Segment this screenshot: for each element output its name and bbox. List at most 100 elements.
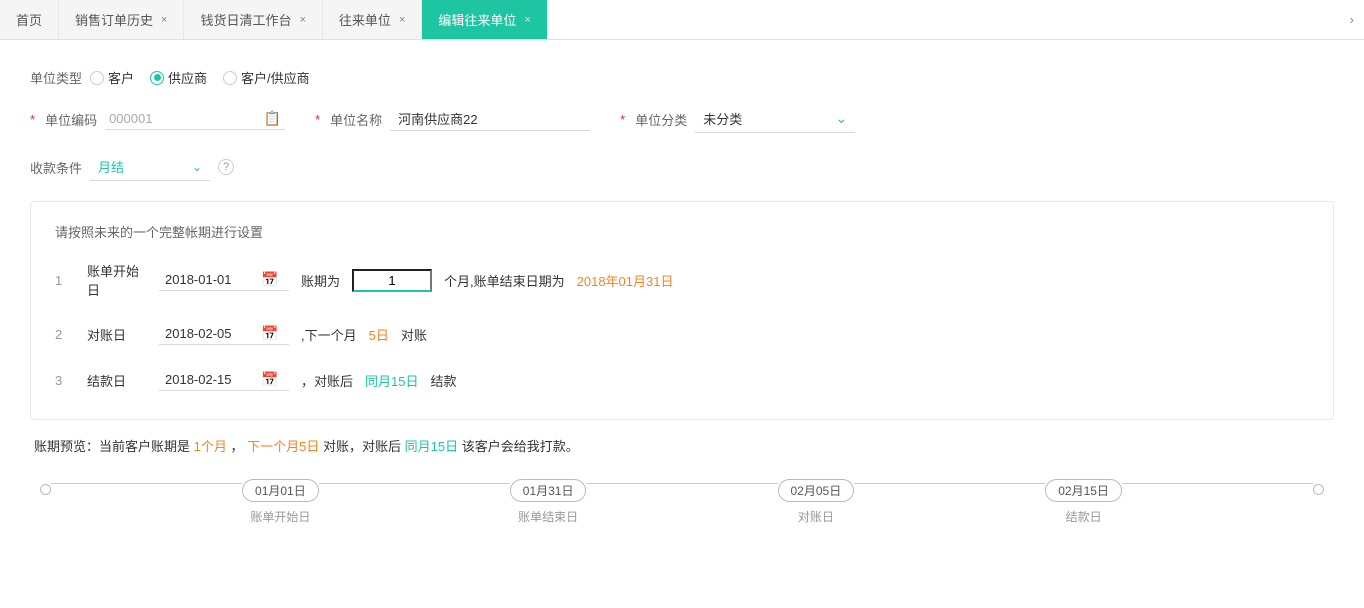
unit-category-select[interactable]: 未分类 ⌄: [695, 105, 855, 133]
row3-date-field[interactable]: 📅: [159, 369, 289, 391]
timeline-line-4: [854, 483, 1045, 484]
preview-text: 账期预览：当前客户账期是 1个月 ， 下一个月5日 对账，对账后 同月15日 该…: [30, 436, 1334, 455]
setting-row-1: 1 账单开始日 📅 账期为 个月,账单结束日期为 2018年01月31日: [55, 261, 1309, 299]
tl-badge-3: 02月05日: [778, 479, 855, 502]
unit-type-label: 单位类型: [30, 68, 82, 87]
radio-supplier-circle: [150, 71, 164, 85]
row2-date-input[interactable]: [165, 326, 255, 341]
setting-row-3: 3 结款日 📅 ，对账后 同月15日 结款: [55, 369, 1309, 391]
preview-mid: 对账，对账后: [323, 439, 401, 454]
unit-info-row: * 单位编码 📋 * 单位名称 * 单位分类 未分类 ⌄: [30, 105, 1334, 133]
unit-cat-label: 单位分类: [635, 110, 687, 129]
tl-badge-1: 01月01日: [242, 479, 319, 502]
tab-sales-order[interactable]: 销售订单历史 ×: [59, 0, 184, 39]
radio-both[interactable]: 客户/供应商: [223, 68, 310, 87]
tab-home[interactable]: 首页: [0, 0, 59, 39]
radio-customer-circle: [90, 71, 104, 85]
radio-group-unit-type: 客户 供应商 客户/供应商: [90, 68, 310, 87]
row2-suffix-highlight: 5日: [369, 325, 389, 344]
unit-name-input[interactable]: [390, 107, 590, 131]
tl-desc-4: 结款日: [1066, 508, 1102, 525]
timeline: 01月01日 账单开始日 01月31日 账单结束日 02月05日 对账日 02月…: [30, 479, 1334, 525]
radio-customer-label: 客户: [108, 68, 134, 87]
unit-code-copy-icon[interactable]: 📋: [264, 110, 281, 127]
timeline-line-2: [319, 483, 510, 484]
preview-sep1: ，: [231, 439, 244, 454]
tab-edit-unit[interactable]: 编辑往来单位 ×: [422, 0, 547, 39]
tl-desc-3: 对账日: [798, 508, 834, 525]
tab-sales-order-label: 销售订单历史: [75, 10, 153, 29]
close-sales-order-icon[interactable]: ×: [161, 14, 167, 26]
unit-type-row: 单位类型 客户 供应商 客户/供应商: [30, 68, 1334, 87]
tab-edit-unit-label: 编辑往来单位: [438, 10, 516, 29]
unit-category-value: 未分类: [703, 109, 831, 128]
unit-code-field[interactable]: 📋: [105, 108, 285, 130]
unit-code-label: 单位编码: [45, 110, 97, 129]
row2-calendar-icon[interactable]: 📅: [261, 325, 278, 342]
row3-suffix-highlight: 同月15日: [365, 371, 418, 390]
tab-bar: 首页 销售订单历史 × 钱货日清工作台 × 往来单位 × 编辑往来单位 × ›: [0, 0, 1364, 40]
preview-end: 该客户会给我打款。: [462, 439, 579, 454]
tab-cash-work[interactable]: 钱货日清工作台 ×: [184, 0, 322, 39]
row1-suffix: 个月,账单结束日期为: [444, 271, 565, 290]
timeline-line-5: [1122, 483, 1313, 484]
chevron-down-icon: ⌄: [836, 110, 848, 127]
timeline-line-3: [586, 483, 777, 484]
close-cash-work-icon[interactable]: ×: [299, 14, 305, 26]
payment-row: 收款条件 月结 ⌄ ?: [30, 153, 1334, 181]
row1-date-input[interactable]: [165, 272, 255, 287]
preview-part3: 同月15日: [405, 439, 458, 454]
radio-supplier-label: 供应商: [168, 68, 207, 87]
row2-date-field[interactable]: 📅: [159, 323, 289, 345]
unit-code-input[interactable]: [109, 111, 264, 126]
row2-suffix-before: ,下一个月: [301, 325, 357, 344]
payment-select[interactable]: 月结 ⌄: [90, 153, 210, 181]
tab-more-button[interactable]: ›: [1340, 0, 1364, 39]
radio-customer[interactable]: 客户: [90, 68, 134, 87]
row1-name: 账单开始日: [87, 261, 147, 299]
timeline-end-dot: [1313, 479, 1324, 495]
unit-code-star: *: [30, 112, 35, 127]
timeline-node-3: 02月05日 对账日: [778, 479, 855, 525]
timeline-node-1: 01月01日 账单开始日: [242, 479, 319, 525]
preview-part1: 1个月: [194, 439, 227, 454]
row3-date-input[interactable]: [165, 372, 255, 387]
tab-home-label: 首页: [16, 10, 42, 29]
row3-num: 3: [55, 373, 75, 388]
tl-desc-2: 账单结束日: [518, 508, 578, 525]
row2-num: 2: [55, 327, 75, 342]
tl-badge-4: 02月15日: [1045, 479, 1122, 502]
row1-date-field[interactable]: 📅: [159, 269, 289, 291]
row1-end-date: 2018年01月31日: [577, 271, 674, 290]
timeline-node-2: 01月31日 账单结束日: [510, 479, 587, 525]
unit-cat-star: *: [620, 112, 625, 127]
row1-mid-text: 账期为: [301, 271, 340, 290]
unit-name-label: 单位名称: [330, 110, 382, 129]
payment-label: 收款条件: [30, 158, 82, 177]
timeline-line-1: [51, 483, 242, 484]
radio-both-circle: [223, 71, 237, 85]
row3-suffix-after: 结款: [430, 371, 456, 390]
tab-contact-unit[interactable]: 往来单位 ×: [323, 0, 422, 39]
close-contact-unit-icon[interactable]: ×: [399, 14, 405, 26]
help-icon[interactable]: ?: [218, 159, 234, 175]
main-content: 单位类型 客户 供应商 客户/供应商 * 单位编码 📋: [0, 40, 1364, 608]
tab-contact-unit-label: 往来单位: [339, 10, 391, 29]
row3-suffix-before: ，对账后: [301, 371, 353, 390]
radio-supplier[interactable]: 供应商: [150, 68, 207, 87]
unit-name-star: *: [315, 112, 320, 127]
row3-calendar-icon[interactable]: 📅: [261, 371, 278, 388]
row1-num: 1: [55, 273, 75, 288]
close-edit-unit-icon[interactable]: ×: [524, 14, 530, 26]
period-input[interactable]: [352, 269, 432, 292]
setting-row-2: 2 对账日 📅 ,下一个月 5日 对账: [55, 323, 1309, 345]
settings-section: 请按照未来的一个完整帐期进行设置 1 账单开始日 📅 账期为 个月,账单结束日期…: [30, 201, 1334, 420]
payment-chevron-icon: ⌄: [192, 160, 202, 174]
row1-calendar-icon[interactable]: 📅: [261, 271, 278, 288]
preview-part2: 下一个月5日: [247, 439, 319, 454]
row2-suffix-after: 对账: [401, 325, 427, 344]
row3-name: 结款日: [87, 371, 147, 390]
radio-both-label: 客户/供应商: [241, 68, 310, 87]
timeline-start-dot: [40, 479, 51, 495]
tl-desc-1: 账单开始日: [250, 508, 310, 525]
